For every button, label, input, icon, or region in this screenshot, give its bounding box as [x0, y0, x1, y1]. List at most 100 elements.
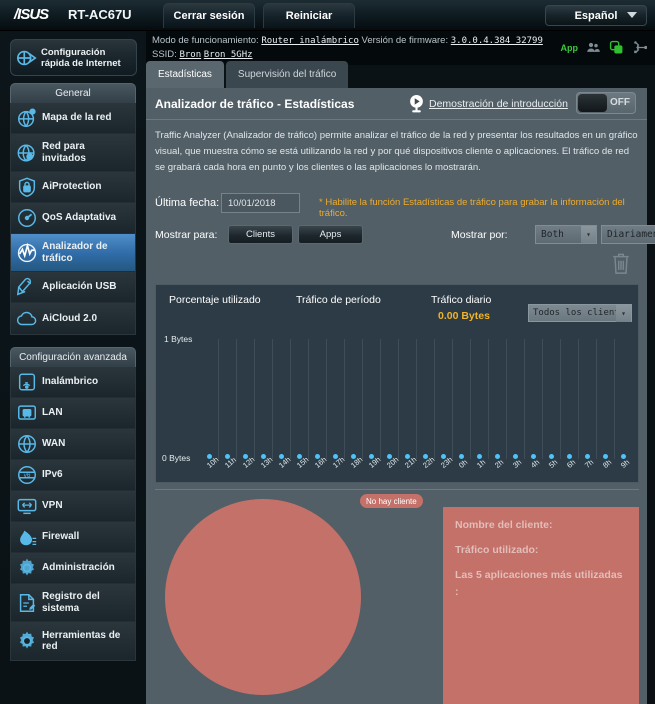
sidebar-item-label: Administración [42, 562, 115, 574]
sidebar-item-administraci-n[interactable]: Administración [11, 553, 135, 584]
column-daily-traffic: Tráfico diario [431, 294, 492, 306]
router-model: RT-AC67U [68, 7, 132, 22]
video-demo-icon[interactable] [408, 94, 425, 113]
traffic-used-label: Tráfico utilizado: [455, 544, 539, 556]
network-tools-icon [19, 631, 35, 649]
usb-app-icon [16, 277, 32, 296]
chart-gridline [452, 339, 453, 459]
usage-pie-chart[interactable] [165, 499, 361, 695]
sidebar-item-label: WAN [42, 438, 66, 450]
y-axis-min-label: 0 Bytes [162, 453, 191, 463]
sidebar-item-aplicaci-n-usb[interactable]: Aplicación USB [11, 272, 135, 303]
sidebar-item-label: Analizador de tráfico [42, 241, 108, 264]
svg-text:v6: v6 [24, 472, 31, 479]
traffic-direction-value: Both [541, 229, 564, 240]
page-title: Analizador de tráfico - Estadísticas [155, 97, 355, 111]
tab-bar: Estadísticas Supervisión del tráfico [146, 61, 349, 88]
sidebar-item-label: Registro del sistema [42, 591, 100, 614]
shield-lock-icon [18, 177, 36, 197]
chart-gridline [398, 339, 399, 459]
last-date-input[interactable]: 10/01/2018 [221, 193, 300, 213]
sidebar-item-qos-adaptativa[interactable]: QoS Adaptativa [11, 203, 135, 234]
traffic-analyzer-icon [17, 242, 37, 262]
sidebar-section-body: Mapa de la red Red para invitados AiProtect… [10, 103, 136, 335]
sidebar-item-wan[interactable]: WAN [11, 429, 135, 460]
chart-gridline [254, 339, 255, 459]
top-apps-label: Las 5 aplicaciones más utilizadas : [455, 569, 623, 598]
sidebar-item-registro-del-sistema[interactable]: Registro del sistema [11, 584, 135, 622]
period-select[interactable]: Diariamente ▾ [601, 225, 655, 244]
no-client-badge: No hay cliente [360, 494, 423, 508]
chart-plot-area [200, 339, 632, 459]
chart-gridline [218, 339, 219, 459]
show-clients-button[interactable]: Clients [228, 225, 293, 244]
sidebar-section-header: Configuración avanzada [10, 347, 136, 367]
main-content: Estadísticas Supervisión del tráfico Anal… [146, 31, 655, 704]
sidebar-section-body: Inalámbrico LAN WAN v6 IPv6 VPN Firewall Admini… [10, 367, 136, 661]
sidebar-item-aiprotection[interactable]: AiProtection [11, 172, 135, 203]
chart-gridline [344, 339, 345, 459]
sidebar-item-red-para-invitados[interactable]: Red para invitados [11, 134, 135, 172]
tab-estad-sticas[interactable]: Estadísticas [146, 61, 224, 88]
system-log-icon [19, 593, 36, 612]
y-axis-max-label: 1 Bytes [164, 334, 193, 344]
wireless-icon [18, 373, 36, 391]
chart-gridline [524, 339, 525, 459]
guest-network-icon [17, 143, 35, 162]
chart-x-axis-labels: 10h 11h 12h 13h 14h 15h 16h 17h 18h 19h 20h 21h 22h 2… [200, 455, 632, 481]
sidebar-item-mapa-de-la-red[interactable]: Mapa de la red [11, 103, 135, 134]
router-admin-page: /ISUS RT-AC67U Cerrar sesión Reiniciar E… [0, 0, 655, 704]
sidebar-item-label: Inalámbrico [42, 376, 99, 388]
sidebar-item-lan[interactable]: LAN [11, 398, 135, 429]
sidebar-item-label: Mapa de la red [42, 112, 112, 124]
logout-button[interactable]: Cerrar sesión [163, 3, 255, 28]
date-hint-text: * Habilite la función Estadísticas de tr… [319, 197, 625, 219]
sidebar-item-vpn[interactable]: VPN [11, 491, 135, 522]
chevron-down-icon: ▾ [616, 305, 631, 322]
chevron-down-icon [627, 12, 637, 18]
gauge-icon [18, 209, 36, 227]
sidebar-item-label: Firewall [42, 531, 80, 543]
controls-row: Mostrar para: Clients Apps Mostrar por: … [155, 225, 655, 247]
chart-gridline [542, 339, 543, 459]
sidebar-item-firewall[interactable]: Firewall [11, 522, 135, 553]
chart-gridline [578, 339, 579, 459]
sidebar-item-label: LAN [42, 407, 63, 419]
chart-gridline [434, 339, 435, 459]
lan-icon [18, 405, 36, 420]
sidebar: Configuración rápida de Internet General… [0, 31, 146, 704]
trash-icon[interactable] [610, 251, 632, 276]
chart-gridline [236, 339, 237, 459]
sidebar-item-inal-mbrico[interactable]: Inalámbrico [11, 367, 135, 398]
sidebar-item-label: IPv6 [42, 469, 63, 481]
traffic-direction-select[interactable]: Both ▾ [535, 225, 597, 244]
client-filter-select[interactable]: Todos los clientes ▾ [528, 304, 632, 322]
show-apps-button[interactable]: Apps [298, 225, 363, 244]
panel-title-row: Analizador de tráfico - Estadísticas Dem… [146, 88, 647, 120]
quick-internet-setup-button[interactable]: Configuración rápida de Internet [10, 39, 137, 76]
daily-traffic-value: 0.00 Bytes [438, 310, 490, 322]
column-period-traffic: Tráfico de período [296, 294, 381, 306]
chart-gridline [488, 339, 489, 459]
sidebar-item-aicloud-2-0[interactable]: AiCloud 2.0 [11, 303, 135, 334]
asus-logo: /ISUS [14, 6, 49, 23]
chart-gridline [560, 339, 561, 459]
column-percent-used: Porcentaje utilizado [169, 294, 261, 306]
ipv6-icon: v6 [18, 466, 36, 484]
chart-gridline [326, 339, 327, 459]
intro-demo-link[interactable]: Demostración de introducción [429, 98, 568, 110]
network-map-icon [18, 108, 36, 127]
sidebar-item-ipv6[interactable]: v6 IPv6 [11, 460, 135, 491]
tab-supervisi-n-del-tr-fico[interactable]: Supervisión del tráfico [225, 61, 349, 88]
cloud-icon [16, 311, 37, 325]
show-by-label: Mostrar por: [451, 229, 508, 241]
toggle-knob [578, 94, 607, 112]
sidebar-item-herramientas-de-red[interactable]: Herramientas de red [11, 622, 135, 660]
description-text: Traffic Analyzer (Analizador de tráfico)… [155, 130, 638, 173]
feature-toggle[interactable]: OFF [576, 92, 636, 114]
sidebar-item-label: Red para invitados [42, 141, 86, 164]
sidebar-item-label: Aplicación USB [42, 281, 117, 293]
sidebar-section-header: General [10, 83, 136, 103]
sidebar-item-analizador-de-tr-fico[interactable]: Analizador de tráfico [11, 234, 135, 272]
reboot-button[interactable]: Reiniciar [263, 3, 355, 28]
